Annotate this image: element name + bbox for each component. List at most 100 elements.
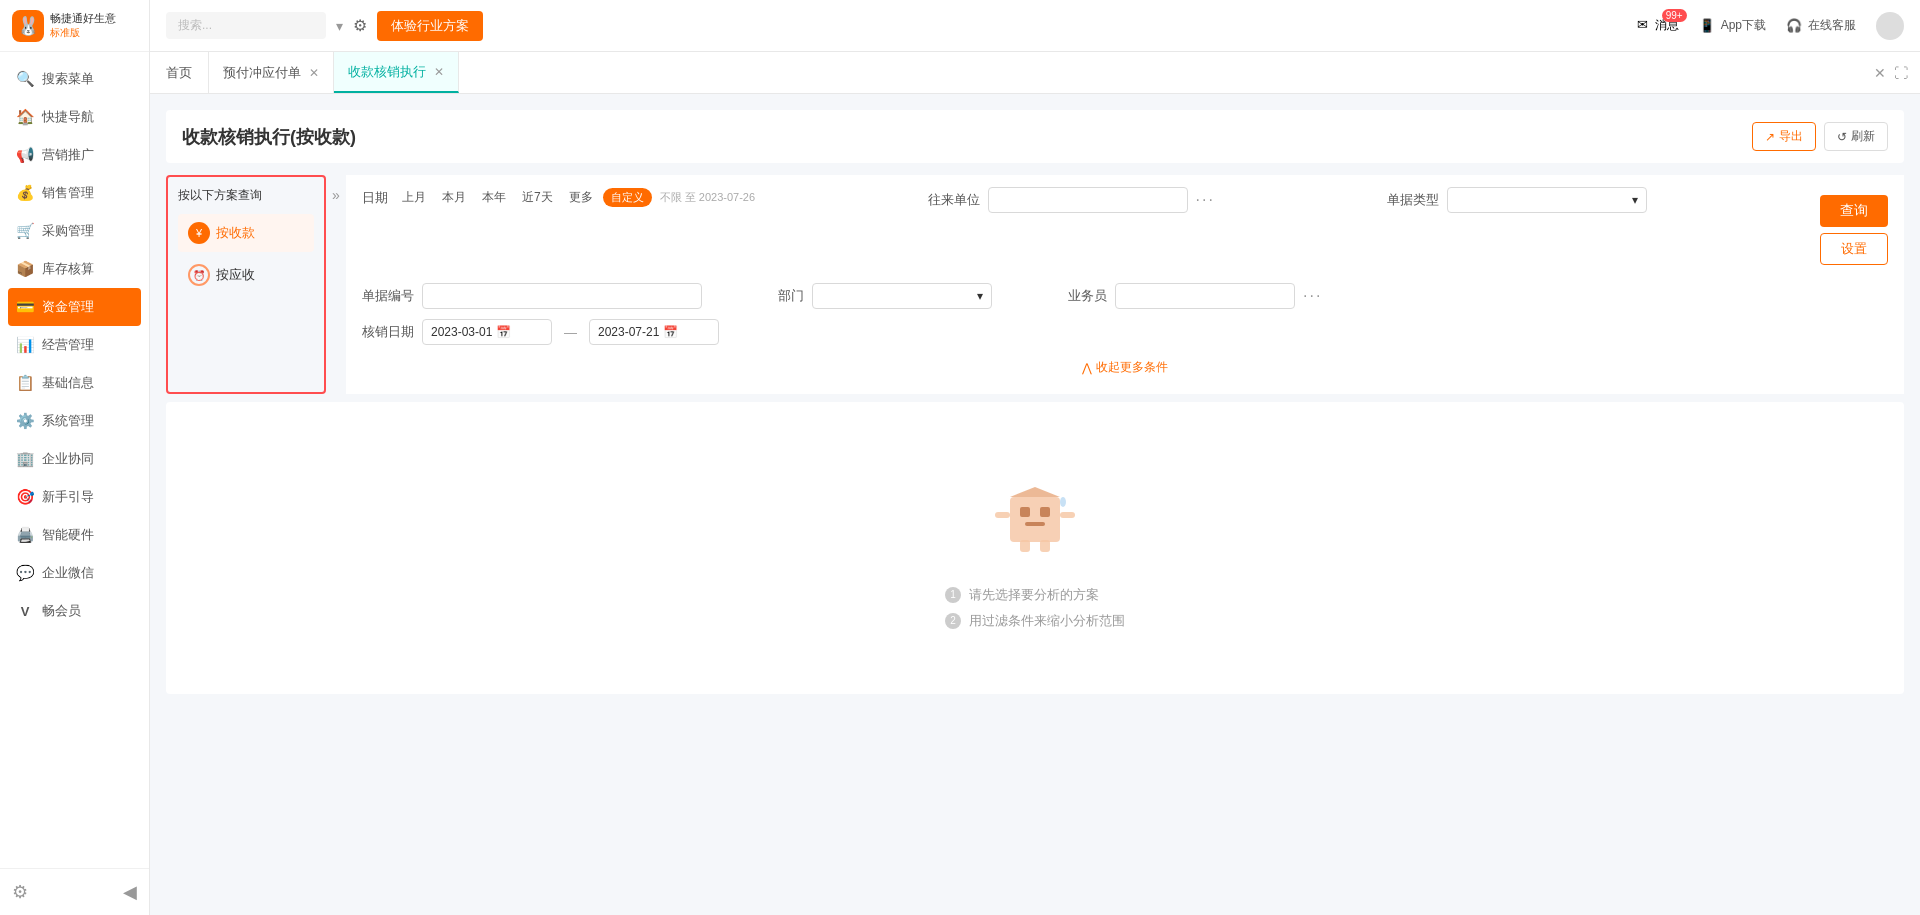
collapse-filter-btn[interactable]: » [326, 175, 346, 394]
sidebar-item-inventory[interactable]: 📦 库存核算 [0, 250, 149, 288]
collapse-more-btn[interactable]: ⋀ 收起更多条件 [362, 353, 1888, 382]
writeoff-date-start[interactable]: 2023-03-01 📅 [422, 319, 552, 345]
sidebar-item-hardware[interactable]: 🖨️ 智能硬件 [0, 516, 149, 554]
svg-rect-8 [1040, 540, 1050, 552]
doc-type-select[interactable]: ▾ [1447, 187, 1647, 213]
svg-rect-3 [1040, 507, 1050, 517]
tab-prepay[interactable]: 预付冲应付单 ✕ [209, 52, 334, 93]
collapse-up-icon: ⋀ [1082, 361, 1092, 375]
svg-rect-0 [1010, 497, 1060, 542]
date-no-limit-text: 不限 至 2023-07-26 [660, 190, 755, 205]
svg-rect-5 [995, 512, 1010, 518]
date-btn-this-month[interactable]: 本月 [436, 187, 472, 208]
basic-icon: 📋 [16, 374, 34, 392]
sidebar-item-marketing[interactable]: 📢 营销推广 [0, 136, 149, 174]
sidebar-item-wechat[interactable]: 💬 企业微信 [0, 554, 149, 592]
tab-prepay-close[interactable]: ✕ [309, 66, 319, 80]
set-button[interactable]: 设置 [1820, 233, 1888, 265]
sidebar-item-label: 销售管理 [42, 184, 94, 202]
date-btn-7days[interactable]: 近7天 [516, 187, 559, 208]
download-label: App下载 [1721, 17, 1766, 34]
sidebar-item-nav[interactable]: 🏠 快捷导航 [0, 98, 149, 136]
tab-writeoff-label: 收款核销执行 [348, 63, 426, 81]
staff-input[interactable] [1115, 283, 1295, 309]
sidebar-item-finance[interactable]: 💳 资金管理 [8, 288, 141, 326]
sidebar-item-member[interactable]: V 畅会员 [0, 592, 149, 630]
date-btn-more[interactable]: 更多 [563, 187, 599, 208]
tab-home-label: 首页 [166, 64, 192, 82]
tab-expand-icon[interactable]: ⛶ [1894, 65, 1908, 81]
partner-input[interactable] [988, 187, 1188, 213]
sidebar: 🐰 畅捷通好生意 标准版 🔍 搜索菜单 🏠 快捷导航 📢 营销推广 💰 销售管理… [0, 0, 150, 915]
sidebar-item-guide[interactable]: 🎯 新手引导 [0, 478, 149, 516]
hint-text-1: 请先选择要分析的方案 [969, 582, 1099, 608]
refresh-icon: ↺ [1837, 130, 1847, 144]
message-icon: ✉ [1637, 17, 1648, 32]
sidebar-item-basic[interactable]: 📋 基础信息 [0, 364, 149, 402]
svg-rect-4 [1025, 522, 1045, 526]
doc-no-input[interactable] [422, 283, 702, 309]
tab-writeoff-close[interactable]: ✕ [434, 65, 444, 79]
logo-icon: 🐰 [12, 10, 44, 42]
date-no-limit-wrapper: 不限 至 2023-07-26 [660, 190, 755, 205]
sidebar-item-label: 资金管理 [42, 298, 94, 316]
writeoff-date-end[interactable]: 2023-07-21 📅 [589, 319, 719, 345]
page-header: 收款核销执行(按收款) ↗ 导出 ↺ 刷新 [166, 110, 1904, 163]
sidebar-item-label: 经营管理 [42, 336, 94, 354]
staff-dots-btn[interactable]: ··· [1303, 287, 1322, 305]
sales-icon: 💰 [16, 184, 34, 202]
refresh-button[interactable]: ↺ 刷新 [1824, 122, 1888, 151]
sidebar-item-label: 营销推广 [42, 146, 94, 164]
main-area: 搜索... ▾ ⚙ 体验行业方案 ✉ 消息 99+ 📱 App下载 🎧 在线客服 [150, 0, 1920, 915]
settings-gear-icon[interactable]: ⚙ [353, 16, 367, 35]
filter-option-by-receivable[interactable]: ⏰ 按应收 [178, 256, 314, 294]
app-download-btn[interactable]: 📱 App下载 [1699, 17, 1766, 34]
sidebar-item-system[interactable]: ⚙️ 系统管理 [0, 402, 149, 440]
header-search-box: 搜索... [166, 12, 326, 39]
collapse-more-label: 收起更多条件 [1096, 359, 1168, 376]
sidebar-item-purchase[interactable]: 🛒 采购管理 [0, 212, 149, 250]
sidebar-item-ops[interactable]: 📊 经营管理 [0, 326, 149, 364]
online-service-btn[interactable]: 🎧 在线客服 [1786, 17, 1856, 34]
export-button[interactable]: ↗ 导出 [1752, 122, 1816, 151]
dept-select[interactable]: ▾ [812, 283, 992, 309]
dept-chevron-icon: ▾ [977, 289, 983, 303]
tab-writeoff[interactable]: 收款核销执行 ✕ [334, 52, 459, 93]
receivable-filter-icon: ⏰ [188, 264, 210, 286]
tab-home[interactable]: 首页 [150, 52, 209, 93]
search-fields: 日期 上月 本月 本年 近7天 更多 自定义 不限 至 2023-07-26 [346, 175, 1904, 394]
system-icon: ⚙️ [16, 412, 34, 430]
partner-dots-btn[interactable]: ··· [1196, 191, 1215, 209]
refresh-label: 刷新 [1851, 128, 1875, 145]
query-button[interactable]: 查询 [1820, 195, 1888, 227]
svg-rect-6 [1060, 512, 1075, 518]
date-btn-this-year[interactable]: 本年 [476, 187, 512, 208]
svg-rect-2 [1020, 507, 1030, 517]
sidebar-item-sales[interactable]: 💰 销售管理 [0, 174, 149, 212]
user-avatar[interactable] [1876, 12, 1904, 40]
header-search-placeholder: 搜索... [178, 18, 212, 32]
purchase-icon: 🛒 [16, 222, 34, 240]
filter-option-by-receipt[interactable]: ¥ 按收款 [178, 214, 314, 252]
industry-btn[interactable]: 体验行业方案 [377, 11, 483, 41]
message-btn[interactable]: ✉ 消息 99+ [1637, 17, 1679, 34]
sidebar-item-label: 采购管理 [42, 222, 94, 240]
svg-point-9 [1060, 497, 1066, 507]
svg-marker-1 [1010, 487, 1060, 497]
doc-type-label: 单据类型 [1387, 191, 1439, 209]
sidebar-item-search[interactable]: 🔍 搜索菜单 [0, 60, 149, 98]
staff-label: 业务员 [1068, 287, 1107, 305]
tab-close-all-icon[interactable]: ✕ [1874, 65, 1886, 81]
header-dropdown-icon[interactable]: ▾ [336, 18, 343, 34]
writeoff-date-start-value: 2023-03-01 [431, 325, 492, 339]
sidebar-item-label: 库存核算 [42, 260, 94, 278]
sidebar-item-collab[interactable]: 🏢 企业协同 [0, 440, 149, 478]
collapse-sidebar-icon[interactable]: ◀ [123, 881, 137, 903]
message-badge: 99+ [1662, 9, 1687, 22]
settings-icon[interactable]: ⚙ [12, 881, 28, 903]
tab-prepay-label: 预付冲应付单 [223, 64, 301, 82]
empty-state: 1 请先选择要分析的方案 2 用过滤条件来缩小分析范围 [166, 402, 1904, 694]
sidebar-menu: 🔍 搜索菜单 🏠 快捷导航 📢 营销推广 💰 销售管理 🛒 采购管理 📦 库存核… [0, 52, 149, 868]
date-btn-last-month[interactable]: 上月 [396, 187, 432, 208]
date-custom-tag[interactable]: 自定义 [603, 188, 652, 207]
